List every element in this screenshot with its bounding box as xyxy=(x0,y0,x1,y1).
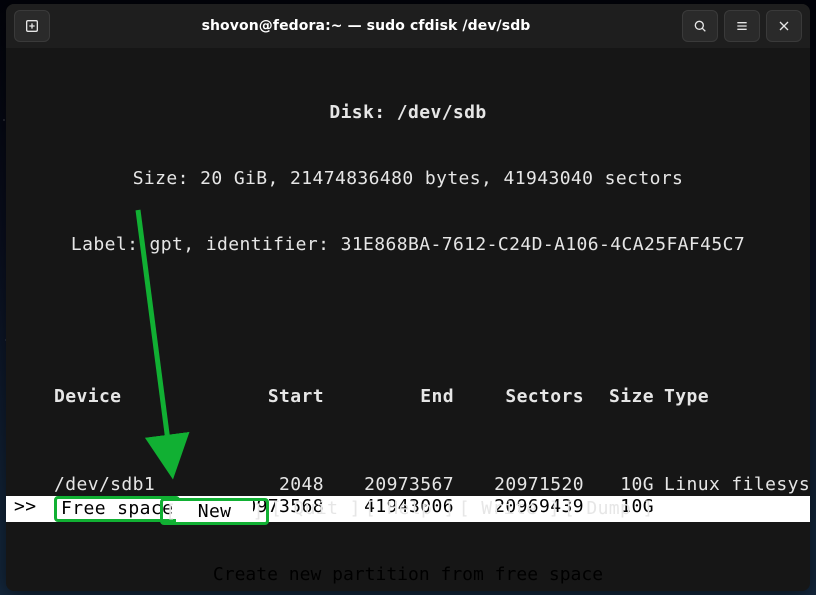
size-line: Size: 20 GiB, 21474836480 bytes, 4194304… xyxy=(6,168,810,190)
menu-write[interactable]: [ Write ] xyxy=(457,498,562,525)
new-tab-icon xyxy=(24,18,40,34)
terminal-window: shovon@fedora:~ — sudo cfdisk /dev/sdb xyxy=(6,4,810,591)
cell-device: /dev/sdb1 xyxy=(54,474,204,496)
titlebar: shovon@fedora:~ — sudo cfdisk /dev/sdb xyxy=(6,4,810,48)
cell-start: 2048 xyxy=(204,474,334,496)
col-type: Type xyxy=(664,386,802,408)
table-header: Device Start End Sectors Size Type xyxy=(6,386,810,408)
col-start: Start xyxy=(204,386,334,408)
close-button[interactable] xyxy=(766,10,802,42)
action-menu: [ New ] [ Quit ] [ Help ] [ Write ] [ Du… xyxy=(6,498,810,525)
cell-sectors: 20971520 xyxy=(464,474,594,496)
disk-line: Disk: /dev/sdb xyxy=(6,102,810,124)
menu-help[interactable]: [ Help ] xyxy=(363,498,457,525)
new-tab-button[interactable] xyxy=(14,10,50,42)
row-marker xyxy=(14,474,54,496)
table-row[interactable]: /dev/sdb12048209735672097152010GLinux fi… xyxy=(6,474,810,496)
col-end: End xyxy=(334,386,464,408)
label-line: Label: gpt, identifier: 31E868BA-7612-C2… xyxy=(6,234,810,256)
menu-quit[interactable]: [ Quit ] xyxy=(269,498,363,525)
cell-size: 10G xyxy=(594,474,664,496)
search-icon xyxy=(692,18,708,34)
menu-button[interactable] xyxy=(724,10,760,42)
cell-type: Linux filesystem xyxy=(664,474,810,496)
menu-dump[interactable]: [ Dump ] xyxy=(562,498,656,525)
terminal-body[interactable]: Disk: /dev/sdb Size: 20 GiB, 21474836480… xyxy=(6,48,810,566)
close-icon xyxy=(776,18,792,34)
col-sectors: Sectors xyxy=(464,386,594,408)
menu-label: New xyxy=(176,501,252,522)
hint-line: Create new partition from free space xyxy=(6,564,810,585)
col-size: Size xyxy=(594,386,664,408)
search-button[interactable] xyxy=(682,10,718,42)
cell-end: 20973567 xyxy=(334,474,464,496)
menu-new[interactable]: [ New ] xyxy=(160,498,269,525)
col-device: Device xyxy=(54,386,204,408)
window-title: shovon@fedora:~ — sudo cfdisk /dev/sdb xyxy=(58,18,674,34)
hamburger-icon xyxy=(734,18,750,34)
